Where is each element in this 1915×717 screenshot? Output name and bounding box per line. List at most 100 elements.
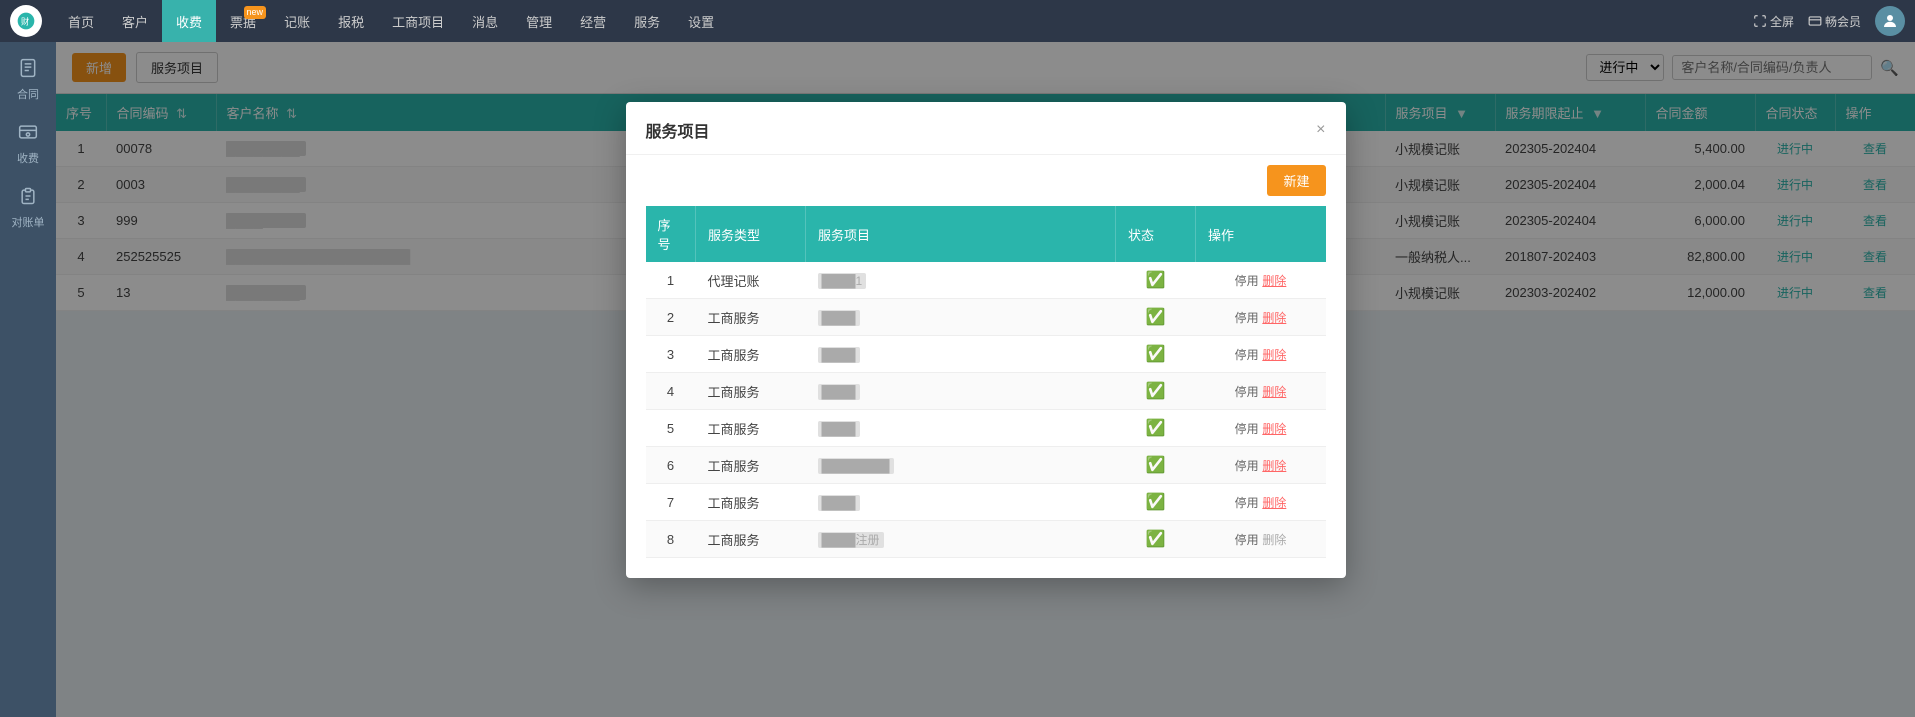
sidebar-item-shouquan[interactable]: 收费 [4, 114, 52, 174]
modal-cell-status: ✅ [1116, 410, 1196, 447]
modal-table-row: 5 工商服务 ████ ✅ 停用 删除 [646, 410, 1326, 447]
fee-icon [18, 122, 38, 147]
modal-cell-status: ✅ [1116, 521, 1196, 558]
sidebar: 合同 收费 对账单 [0, 42, 56, 717]
modal-cell-item: ████ [806, 373, 1116, 410]
modal-table: 序号 服务类型 服务项目 状态 操作 1 代理记账 ████1 ✅ [646, 206, 1326, 558]
modal-cell-status: ✅ [1116, 484, 1196, 521]
nav-shezhi[interactable]: 设置 [674, 0, 728, 42]
nav-xiaoxi[interactable]: 消息 [458, 0, 512, 42]
stop-button[interactable]: 停用 [1235, 494, 1259, 511]
modal-cell-seq: 7 [646, 484, 696, 521]
modal-body: 序号 服务类型 服务项目 状态 操作 1 代理记账 ████1 ✅ [626, 206, 1346, 578]
stop-button[interactable]: 停用 [1235, 457, 1259, 474]
modal-table-row: 3 工商服务 ████ ✅ 停用 删除 [646, 336, 1326, 373]
stop-button[interactable]: 停用 [1235, 346, 1259, 363]
nav-gongshang[interactable]: 工商项目 [378, 0, 458, 42]
new-service-button[interactable]: 新建 [1267, 165, 1325, 196]
modal-overlay[interactable]: 服务项目 × 新建 序号 服务类型 服务项目 状态 [56, 42, 1915, 717]
nav-home[interactable]: 首页 [54, 0, 108, 42]
modal-col-action: 操作 [1196, 206, 1326, 262]
modal-cell-type: 工商服务 [696, 373, 806, 410]
app-layout: 合同 收费 对账单 新增 服务项目 进行中 已结束 [0, 42, 1915, 717]
modal-cell-item: ████注册 [806, 521, 1116, 558]
modal-toolbar: 新建 [626, 155, 1346, 206]
modal-cell-status: ✅ [1116, 336, 1196, 373]
stop-button[interactable]: 停用 [1235, 272, 1259, 289]
modal-cell-item: ████1 [806, 262, 1116, 299]
status-check-icon: ✅ [1146, 346, 1166, 363]
delete-button[interactable]: 删除 [1262, 272, 1286, 289]
delete-button[interactable]: 删除 [1262, 309, 1286, 326]
modal-cell-type: 工商服务 [696, 447, 806, 484]
modal-cell-type: 工商服务 [696, 336, 806, 373]
modal-cell-seq: 8 [646, 521, 696, 558]
delete-button[interactable]: 删除 [1262, 420, 1286, 437]
nav-jingying[interactable]: 经营 [566, 0, 620, 42]
status-check-icon: ✅ [1146, 420, 1166, 437]
delete-button[interactable]: 删除 [1262, 383, 1286, 400]
modal-cell-item: ████ [806, 484, 1116, 521]
modal-cell-action: 停用 删除 [1196, 521, 1326, 558]
modal-cell-action: 停用 删除 [1196, 410, 1326, 447]
modal-cell-item: ████████ [806, 447, 1116, 484]
modal-cell-type: 工商服务 [696, 484, 806, 521]
delete-button[interactable]: 删除 [1262, 457, 1286, 474]
modal-cell-action: 停用 删除 [1196, 484, 1326, 521]
nav-customer[interactable]: 客户 [108, 0, 162, 42]
nav-piao[interactable]: 票据 new [216, 0, 270, 42]
stop-button[interactable]: 停用 [1235, 531, 1259, 548]
nav-guanli[interactable]: 管理 [512, 0, 566, 42]
modal-cell-type: 工商服务 [696, 410, 806, 447]
modal-cell-type: 工商服务 [696, 299, 806, 336]
fullscreen-icon[interactable]: 全屏 [1753, 13, 1794, 30]
modal-col-seq: 序号 [646, 206, 696, 262]
modal-table-row: 2 工商服务 ████ ✅ 停用 删除 [646, 299, 1326, 336]
modal-cell-seq: 1 [646, 262, 696, 299]
stop-button[interactable]: 停用 [1235, 420, 1259, 437]
modal-cell-type: 代理记账 [696, 262, 806, 299]
status-check-icon: ✅ [1146, 494, 1166, 511]
modal-col-type: 服务类型 [696, 206, 806, 262]
modal-table-row: 1 代理记账 ████1 ✅ 停用 删除 [646, 262, 1326, 299]
modal-cell-seq: 6 [646, 447, 696, 484]
sidebar-item-hetong[interactable]: 合同 [4, 50, 52, 110]
avatar[interactable] [1875, 6, 1905, 36]
status-check-icon: ✅ [1146, 531, 1166, 548]
sidebar-label-hetong: 合同 [17, 86, 39, 102]
modal-header-row: 序号 服务类型 服务项目 状态 操作 [646, 206, 1326, 262]
delete-button[interactable]: 删除 [1262, 531, 1286, 548]
modal-cell-seq: 5 [646, 410, 696, 447]
stop-button[interactable]: 停用 [1235, 309, 1259, 326]
nav-jizhang[interactable]: 记账 [270, 0, 324, 42]
modal-cell-seq: 3 [646, 336, 696, 373]
modal-cell-seq: 2 [646, 299, 696, 336]
modal-cell-item: ████ [806, 336, 1116, 373]
new-badge: new [244, 6, 267, 19]
modal-cell-item: ████ [806, 410, 1116, 447]
modal-cell-status: ✅ [1116, 447, 1196, 484]
nav-baoshui[interactable]: 报税 [324, 0, 378, 42]
sidebar-label-duizhang: 对账单 [12, 214, 45, 230]
modal-cell-seq: 4 [646, 373, 696, 410]
modal-col-item: 服务项目 [806, 206, 1116, 262]
modal-table-body: 1 代理记账 ████1 ✅ 停用 删除 2 工商服务 ████ ✅ 停用 删除… [646, 262, 1326, 558]
modal-cell-action: 停用 删除 [1196, 373, 1326, 410]
delete-button[interactable]: 删除 [1262, 346, 1286, 363]
modal-table-row: 8 工商服务 ████注册 ✅ 停用 删除 [646, 521, 1326, 558]
delete-button[interactable]: 删除 [1262, 494, 1286, 511]
stop-button[interactable]: 停用 [1235, 383, 1259, 400]
sidebar-item-duizhang[interactable]: 对账单 [4, 178, 52, 238]
modal-cell-status: ✅ [1116, 299, 1196, 336]
modal-cell-action: 停用 删除 [1196, 447, 1326, 484]
modal-close-button[interactable]: × [1316, 121, 1325, 139]
status-check-icon: ✅ [1146, 309, 1166, 326]
nav-fuwu[interactable]: 服务 [620, 0, 674, 42]
modal-table-row: 7 工商服务 ████ ✅ 停用 删除 [646, 484, 1326, 521]
main-content: 新增 服务项目 进行中 已结束 全部 🔍 序号 [56, 42, 1915, 717]
modal-cell-action: 停用 删除 [1196, 262, 1326, 299]
member-icon[interactable]: 畅会员 [1808, 13, 1861, 30]
nav-shouquan[interactable]: 收费 [162, 0, 216, 42]
status-check-icon: ✅ [1146, 457, 1166, 474]
modal-title: 服务项目 [646, 118, 710, 142]
